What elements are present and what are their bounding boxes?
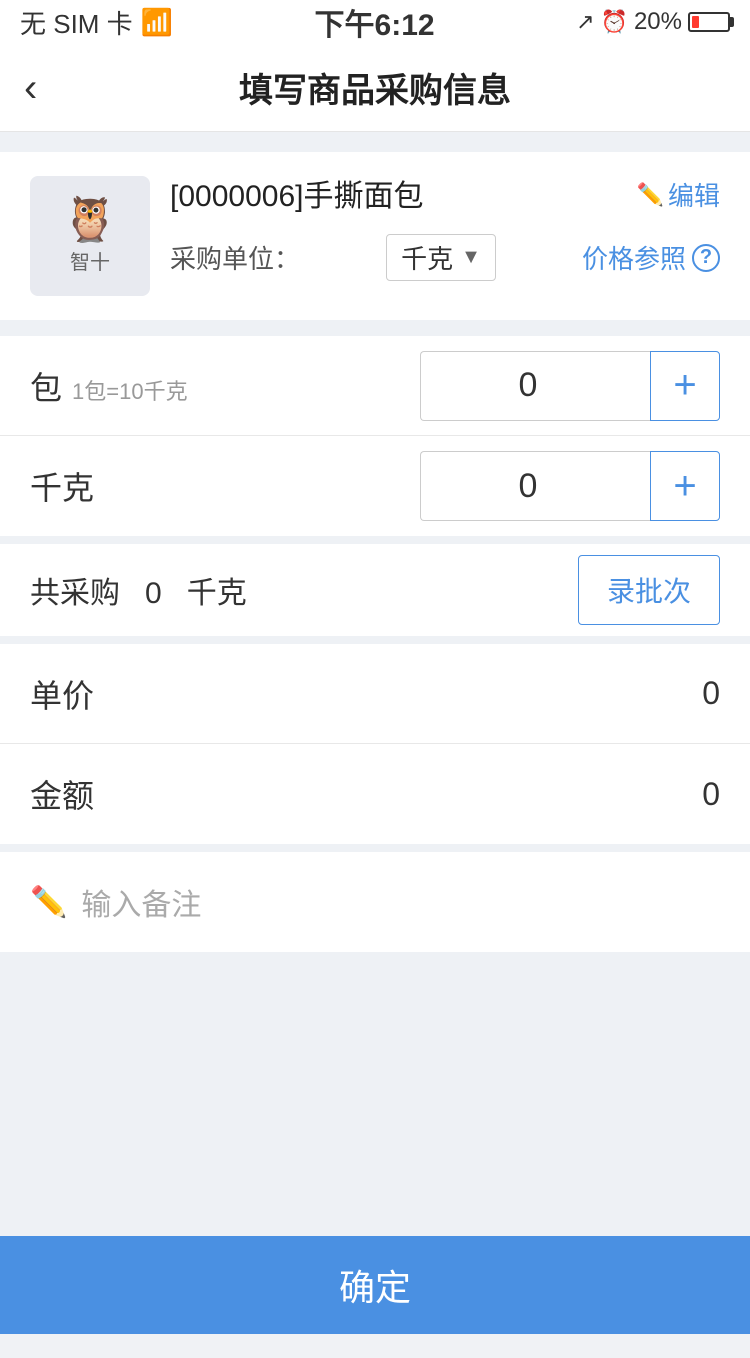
bag-qty-input[interactable]	[420, 351, 650, 421]
kg-plus-button[interactable]: +	[650, 451, 720, 521]
status-bar: 无 SIM 卡 📶 下午6:12 ↗ ⏰ 20%	[0, 0, 750, 44]
back-button[interactable]: ‹	[24, 68, 37, 108]
unit-price-value: 0	[702, 675, 720, 712]
status-right: ↗ ⏰ 20%	[576, 8, 730, 36]
kg-input-row: 千克 +	[0, 436, 750, 536]
battery-indicator	[688, 12, 730, 32]
total-value: 0	[145, 577, 162, 610]
carrier-text: 无 SIM 卡	[20, 4, 133, 41]
price-ref-label: 价格参照	[582, 239, 686, 276]
bag-sublabel: 1包=10千克	[72, 374, 188, 406]
note-placeholder: 输入备注	[81, 880, 201, 924]
kg-qty-wrapper: +	[420, 451, 720, 521]
location-icon: ↗	[576, 9, 594, 35]
amount-label: 金额	[30, 771, 94, 817]
battery-percent: 20%	[634, 8, 682, 36]
confirm-label: 确定	[339, 1259, 411, 1311]
nav-bar: ‹ 填写商品采购信息	[0, 44, 750, 132]
unit-row: 采购单位： 千克 ▼ 价格参照 ?	[170, 234, 720, 281]
unit-value: 千克	[401, 239, 453, 276]
unit-price-row: 单价 0	[0, 644, 750, 744]
total-row: 共采购 0 千克 录批次	[0, 544, 750, 644]
status-left: 无 SIM 卡 📶	[20, 4, 173, 41]
total-unit: 千克	[187, 577, 247, 610]
product-image: 🦉 智十	[30, 176, 150, 296]
kg-label: 千克	[30, 463, 94, 509]
wifi-icon: 📶	[141, 7, 173, 38]
record-batch-button[interactable]: 录批次	[578, 555, 720, 625]
product-name-row: [0000006]手撕面包 ✏️ 编辑	[170, 176, 720, 218]
owl-icon: 🦉	[63, 198, 118, 242]
section-separator-1	[0, 328, 750, 336]
alarm-icon: ⏰	[601, 9, 628, 35]
kg-qty-input[interactable]	[420, 451, 650, 521]
input-section: 包 1包=10千克 + 千克 +	[0, 336, 750, 544]
product-name: [0000006]手撕面包	[170, 176, 423, 218]
bag-plus-button[interactable]: +	[650, 351, 720, 421]
product-info: [0000006]手撕面包 ✏️ 编辑 采购单位： 千克 ▼ 价格参照 ?	[170, 176, 720, 281]
detail-section: 单价 0 金额 0	[0, 644, 750, 852]
top-divider	[0, 132, 750, 152]
brand-text: 智十	[70, 246, 110, 275]
bag-input-row: 包 1包=10千克 +	[0, 336, 750, 436]
bag-qty-wrapper: +	[420, 351, 720, 421]
status-time: 下午6:12	[315, 0, 435, 44]
unit-select[interactable]: 千克 ▼	[386, 234, 496, 281]
edit-icon: ✏️	[637, 182, 664, 208]
product-card: 🦉 智十 [0000006]手撕面包 ✏️ 编辑 采购单位： 千克 ▼ 价格参照	[0, 152, 750, 328]
bag-label-group: 包 1包=10千克	[30, 363, 188, 409]
note-section[interactable]: ✏️ 输入备注	[0, 852, 750, 960]
dropdown-arrow-icon: ▼	[461, 246, 481, 269]
nav-title: 填写商品采购信息	[239, 63, 511, 112]
amount-row: 金额 0	[0, 744, 750, 844]
kg-label-group: 千克	[30, 463, 150, 509]
price-ref-icon: ?	[692, 244, 720, 272]
pencil-icon: ✏️	[30, 885, 67, 920]
bag-label: 包	[30, 363, 62, 409]
price-ref-link[interactable]: 价格参照 ?	[582, 239, 720, 276]
confirm-bar[interactable]: 确定	[0, 1236, 750, 1334]
total-label: 共采购	[30, 577, 120, 610]
empty-area	[0, 960, 750, 1260]
total-text: 共采购 0 千克	[30, 568, 247, 612]
unit-price-label: 单价	[30, 671, 94, 717]
edit-label: 编辑	[668, 176, 720, 213]
amount-value: 0	[702, 776, 720, 813]
unit-label: 采购单位：	[170, 239, 300, 276]
edit-link[interactable]: ✏️ 编辑	[637, 176, 720, 213]
